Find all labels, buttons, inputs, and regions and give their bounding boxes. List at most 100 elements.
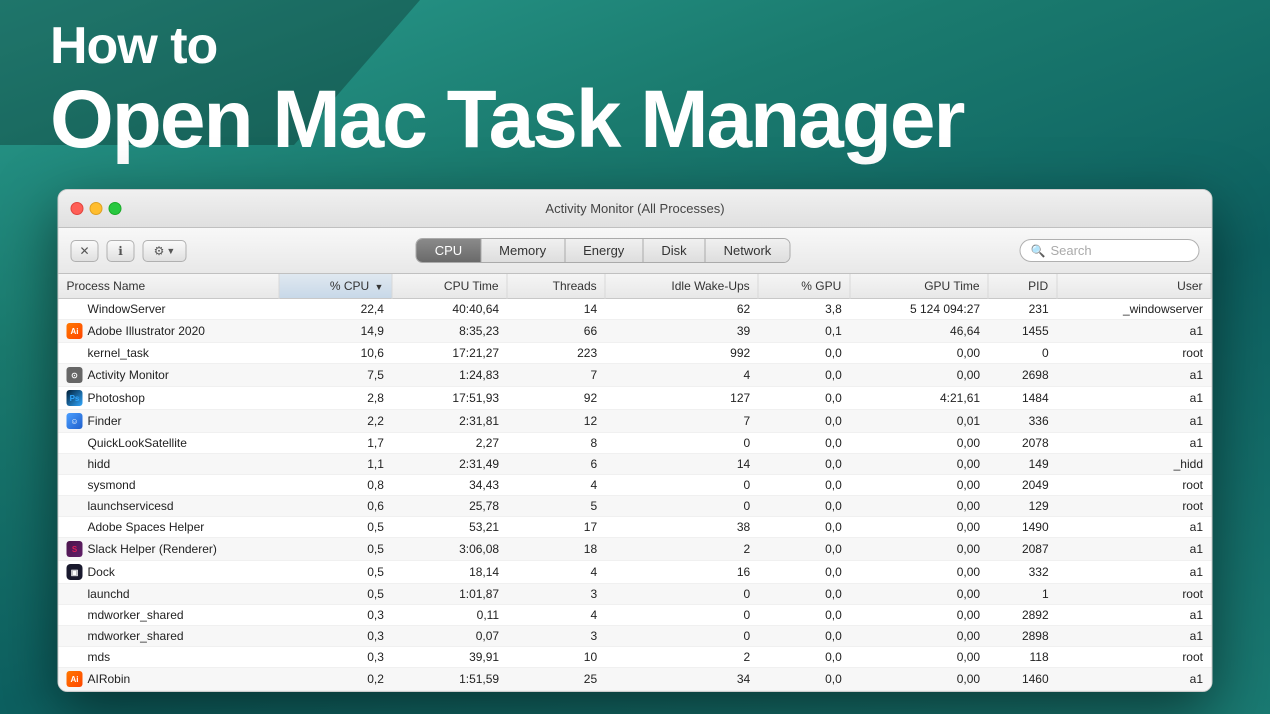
table-row[interactable]: Adobe Spaces Helper 0,5 53,21 17 38 0,0 …	[59, 517, 1212, 538]
table-row[interactable]: WindowServer 22,4 40:40,64 14 62 3,8 5 1…	[59, 299, 1212, 320]
cell-process-name: WindowServer	[59, 299, 279, 319]
cell-threads: 8	[507, 433, 605, 454]
cell-cpu: 14,9	[279, 320, 392, 343]
cell-threads: 6	[507, 454, 605, 475]
col-gpu-time[interactable]: GPU Time	[850, 274, 988, 299]
col-cpu-time[interactable]: CPU Time	[392, 274, 507, 299]
table-row[interactable]: ▣ Dock 0,5 18,14 4 16 0,0 0,00 332 a1	[59, 561, 1212, 584]
cell-idle-wakeups: 0	[605, 475, 758, 496]
cell-process-name: launchservicesd	[59, 496, 279, 516]
cell-idle-wakeups: 16	[605, 561, 758, 584]
info-icon: ℹ	[118, 244, 123, 258]
cell-cpu-time: 0,11	[392, 605, 507, 626]
cell-process-name: ⊙ Activity Monitor	[59, 364, 279, 386]
col-idle-wakeups[interactable]: Idle Wake-Ups	[605, 274, 758, 299]
cell-gpu: 0,0	[758, 561, 850, 584]
cell-idle-wakeups: 14	[605, 454, 758, 475]
close-button[interactable]	[71, 202, 84, 215]
table-row[interactable]: hidd 1,1 2:31,49 6 14 0,0 0,00 149 _hidd	[59, 454, 1212, 475]
cell-cpu-time: 2,27	[392, 433, 507, 454]
cell-gpu: 3,8	[758, 299, 850, 320]
cell-gpu-time: 0,00	[850, 517, 988, 538]
table-row[interactable]: ⊙ Activity Monitor 7,5 1:24,83 7 4 0,0 0…	[59, 364, 1212, 387]
tab-network[interactable]: Network	[706, 239, 790, 262]
tab-cpu[interactable]: CPU	[417, 239, 481, 262]
cell-cpu-time: 2:31,81	[392, 410, 507, 433]
maximize-button[interactable]	[109, 202, 122, 215]
cell-cpu-time: 17:21,27	[392, 343, 507, 364]
minimize-button[interactable]	[90, 202, 103, 215]
table-row[interactable]: S Slack Helper (Renderer) 0,5 3:06,08 18…	[59, 538, 1212, 561]
cell-process-name: ▣ Dock	[59, 561, 279, 583]
tab-memory[interactable]: Memory	[481, 239, 565, 262]
cell-threads: 92	[507, 387, 605, 410]
cell-gpu: 0,0	[758, 410, 850, 433]
tab-disk[interactable]: Disk	[643, 239, 705, 262]
col-user[interactable]: User	[1057, 274, 1211, 299]
col-gpu-percent[interactable]: % GPU	[758, 274, 850, 299]
cell-user: _windowserver	[1057, 299, 1211, 320]
cell-pid: 336	[988, 410, 1057, 433]
search-placeholder: Search	[1050, 243, 1188, 258]
col-threads[interactable]: Threads	[507, 274, 605, 299]
cell-cpu: 0,5	[279, 561, 392, 584]
cell-cpu: 0,5	[279, 584, 392, 605]
cell-cpu-time: 0,07	[392, 626, 507, 647]
cell-user: a1	[1057, 538, 1211, 561]
col-cpu-percent[interactable]: % CPU ▼	[279, 274, 392, 299]
table-row[interactable]: kernel_task 10,6 17:21,27 223 992 0,0 0,…	[59, 343, 1212, 364]
info-button[interactable]: ℹ	[107, 240, 135, 262]
table-row[interactable]: ☺ Finder 2,2 2:31,81 12 7 0,0 0,01 336 a…	[59, 410, 1212, 433]
cell-idle-wakeups: 127	[605, 387, 758, 410]
gear-button[interactable]: ⚙ ▼	[143, 240, 187, 262]
cell-cpu-time: 1:24,83	[392, 364, 507, 387]
cell-idle-wakeups: 2	[605, 538, 758, 561]
col-pid[interactable]: PID	[988, 274, 1057, 299]
cell-user: _hidd	[1057, 454, 1211, 475]
cell-cpu: 0,3	[279, 605, 392, 626]
col-process-name[interactable]: Process Name	[59, 274, 279, 299]
search-box[interactable]: 🔍 Search	[1020, 239, 1200, 262]
cell-user: a1	[1057, 410, 1211, 433]
cell-idle-wakeups: 0	[605, 626, 758, 647]
table-header-row: Process Name % CPU ▼ CPU Time Threads Id…	[59, 274, 1212, 299]
cell-user: root	[1057, 475, 1211, 496]
cell-idle-wakeups: 7	[605, 410, 758, 433]
cell-gpu: 0,0	[758, 626, 850, 647]
cell-threads: 18	[507, 538, 605, 561]
chevron-down-icon: ▼	[166, 246, 175, 256]
cell-gpu-time: 0,00	[850, 584, 988, 605]
cell-user: a1	[1057, 320, 1211, 343]
cell-gpu: 0,0	[758, 517, 850, 538]
cell-process-name: launchd	[59, 584, 279, 604]
window-wrapper: Activity Monitor (All Processes) ✕ ℹ ⚙ ▼…	[58, 189, 1213, 692]
cell-user: a1	[1057, 433, 1211, 454]
table-row[interactable]: Ai Adobe Illustrator 2020 14,9 8:35,23 6…	[59, 320, 1212, 343]
cell-process-name: S Slack Helper (Renderer)	[59, 538, 279, 560]
cell-cpu: 1,7	[279, 433, 392, 454]
table-row[interactable]: mdworker_shared 0,3 0,11 4 0 0,0 0,00 28…	[59, 605, 1212, 626]
table-row[interactable]: mds 0,3 39,91 10 2 0,0 0,00 118 root	[59, 647, 1212, 668]
cell-cpu-time: 1:51,59	[392, 668, 507, 691]
table-row[interactable]: launchd 0,5 1:01,87 3 0 0,0 0,00 1 root	[59, 584, 1212, 605]
stop-icon: ✕	[79, 244, 89, 258]
table-row[interactable]: Ai AIRobin 0,2 1:51,59 25 34 0,0 0,00 14…	[59, 668, 1212, 691]
stop-button[interactable]: ✕	[71, 240, 99, 262]
cell-threads: 223	[507, 343, 605, 364]
table-row[interactable]: launchservicesd 0,6 25,78 5 0 0,0 0,00 1…	[59, 496, 1212, 517]
cell-cpu-time: 34,43	[392, 475, 507, 496]
cell-cpu-time: 17:51,93	[392, 387, 507, 410]
cell-gpu-time: 46,64	[850, 320, 988, 343]
cell-gpu-time: 0,00	[850, 496, 988, 517]
cell-pid: 0	[988, 343, 1057, 364]
cell-process-name: mds	[59, 647, 279, 667]
table-row[interactable]: Ps Photoshop 2,8 17:51,93 92 127 0,0 4:2…	[59, 387, 1212, 410]
cell-gpu: 0,0	[758, 475, 850, 496]
table-row[interactable]: sysmond 0,8 34,43 4 0 0,0 0,00 2049 root	[59, 475, 1212, 496]
cell-process-name: ☺ Finder	[59, 410, 279, 432]
cell-gpu-time: 0,00	[850, 668, 988, 691]
tab-energy[interactable]: Energy	[565, 239, 643, 262]
cell-idle-wakeups: 0	[605, 584, 758, 605]
table-row[interactable]: QuickLookSatellite 1,7 2,27 8 0 0,0 0,00…	[59, 433, 1212, 454]
table-row[interactable]: mdworker_shared 0,3 0,07 3 0 0,0 0,00 28…	[59, 626, 1212, 647]
